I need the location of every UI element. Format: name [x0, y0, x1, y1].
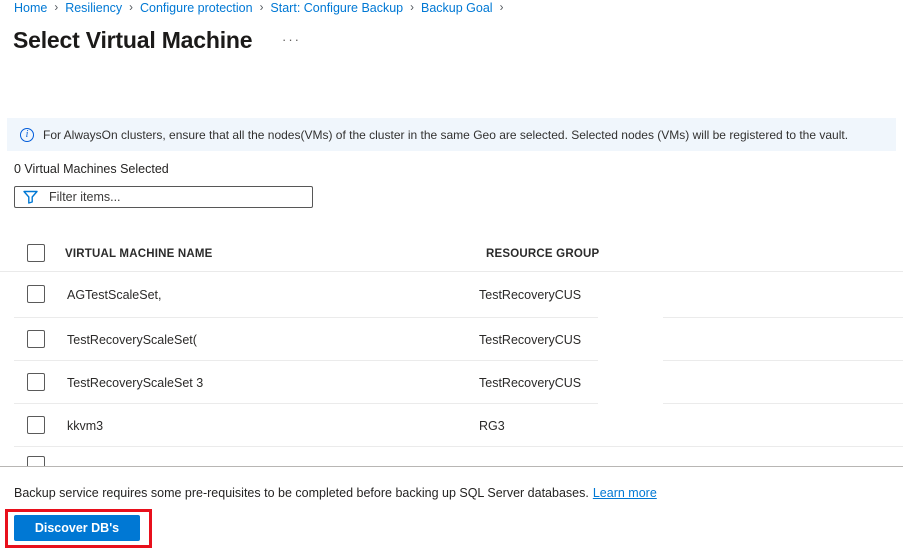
- column-header-vm-name[interactable]: VIRTUAL MACHINE NAME: [65, 248, 213, 260]
- table-row[interactable]: TestRecoveryScaleSet 3 TestRecoveryCUS: [0, 361, 903, 404]
- breadcrumb-item-configure-protection[interactable]: Configure protection: [140, 1, 253, 15]
- learn-more-link[interactable]: Learn more: [593, 486, 657, 500]
- info-banner: For AlwaysOn clusters, ensure that all t…: [7, 118, 896, 151]
- info-banner-text: For AlwaysOn clusters, ensure that all t…: [43, 127, 849, 142]
- vm-name-cell: AGTestScaleSet,: [67, 288, 162, 302]
- filter-box: [14, 186, 313, 208]
- page-title: Select Virtual Machine: [13, 27, 253, 53]
- row-checkbox[interactable]: [27, 285, 45, 303]
- discover-dbs-button[interactable]: Discover DB's: [14, 515, 140, 541]
- breadcrumb: Home › Resiliency › Configure protection…: [14, 1, 510, 15]
- row-checkbox[interactable]: [27, 329, 45, 348]
- vm-name-cell: TestRecoveryScaleSet(: [67, 332, 197, 347]
- chevron-right-icon: ›: [259, 2, 264, 14]
- vm-name-cell: TestRecoveryScaleSet 3: [67, 375, 204, 390]
- table-header: VIRTUAL MACHINE NAME RESOURCE GROUP: [0, 238, 903, 272]
- vm-table: AGTestScaleSet, TestRecoveryCUS TestReco…: [0, 272, 903, 447]
- selected-count-label: 0 Virtual Machines Selected: [14, 162, 169, 176]
- column-header-resource-group[interactable]: RESOURCE GROUP: [486, 248, 599, 260]
- resource-group-cell: TestRecoveryCUS: [479, 375, 582, 390]
- more-options-button[interactable]: ···: [282, 32, 301, 47]
- chevron-right-icon: ›: [410, 2, 414, 14]
- prerequisites-note: Backup service requires some pre-requisi…: [14, 486, 657, 500]
- table-row[interactable]: AGTestScaleSet, TestRecoveryCUS: [0, 272, 903, 318]
- vm-name-cell: kkvm3: [67, 418, 104, 433]
- table-row[interactable]: kkvm3 RG3: [0, 404, 903, 447]
- select-all-checkbox[interactable]: [27, 244, 45, 262]
- table-row-clipped: [0, 455, 903, 466]
- info-icon: [20, 127, 34, 142]
- row-checkbox[interactable]: [27, 415, 45, 434]
- prerequisites-text: Backup service requires some pre-requisi…: [14, 486, 589, 500]
- breadcrumb-item-home[interactable]: Home: [14, 1, 47, 15]
- filter-input[interactable]: [49, 190, 304, 204]
- row-checkbox[interactable]: [27, 456, 45, 466]
- breadcrumb-item-resiliency[interactable]: Resiliency: [65, 1, 122, 15]
- chevron-right-icon: ›: [129, 2, 133, 14]
- filter-icon: [23, 190, 38, 204]
- row-divider: [14, 446, 903, 447]
- breadcrumb-item-backup-goal[interactable]: Backup Goal: [421, 1, 493, 15]
- chevron-right-icon: ›: [499, 2, 504, 14]
- row-checkbox[interactable]: [27, 372, 45, 391]
- breadcrumb-item-start-configure-backup[interactable]: Start: Configure Backup: [270, 1, 403, 15]
- resource-group-cell: RG3: [479, 418, 505, 433]
- resource-group-cell: TestRecoveryCUS: [479, 332, 582, 347]
- footer-bar: Backup service requires some pre-requisi…: [0, 466, 903, 551]
- resource-group-cell: TestRecoveryCUS: [479, 288, 582, 302]
- table-row[interactable]: TestRecoveryScaleSet( TestRecoveryCUS: [0, 318, 903, 361]
- chevron-right-icon: ›: [54, 2, 59, 14]
